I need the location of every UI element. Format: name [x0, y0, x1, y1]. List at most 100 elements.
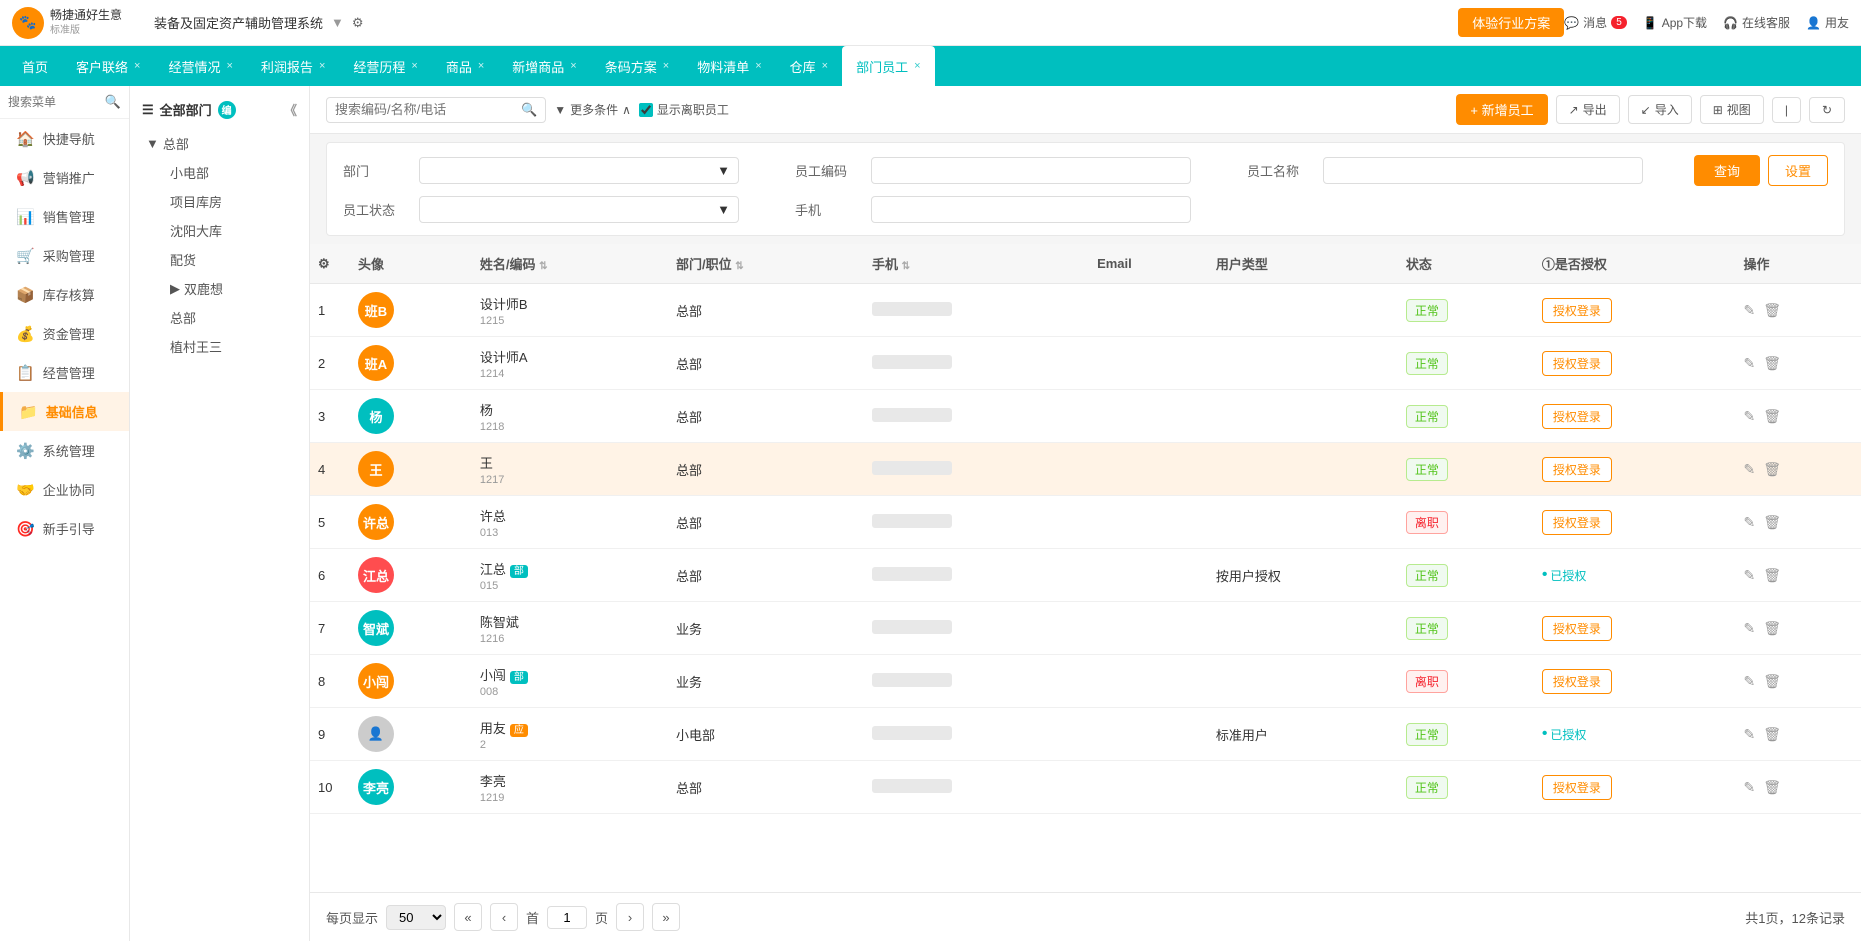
show-resign-check[interactable]: 显示离职员工: [639, 101, 729, 118]
tab-goods[interactable]: 商品 ×: [432, 46, 498, 86]
refresh-btn[interactable]: ↻: [1809, 97, 1845, 123]
dept-node-zhicun[interactable]: 植村王三: [154, 332, 309, 361]
export-btn[interactable]: ↗ 导出: [1556, 95, 1620, 124]
app-download-btn[interactable]: 📱 App下载: [1643, 14, 1707, 31]
search-input[interactable]: [335, 102, 515, 117]
tab-new-goods-close[interactable]: ×: [570, 60, 576, 72]
col-settings[interactable]: ⚙: [310, 244, 350, 284]
sidebar-item-collab[interactable]: 🤝 企业协同: [0, 470, 129, 509]
system-arrow-icon[interactable]: ▼: [331, 15, 344, 30]
per-page-select[interactable]: 50 100: [386, 905, 446, 930]
edit-icon[interactable]: ✎: [1743, 779, 1755, 796]
show-resign-checkbox[interactable]: [639, 103, 653, 117]
sidebar-item-sales[interactable]: 📊 销售管理: [0, 197, 129, 236]
auth-login-btn[interactable]: 授权登录: [1542, 510, 1612, 535]
edit-icon[interactable]: ✎: [1743, 355, 1755, 372]
try-btn[interactable]: 体验行业方案: [1458, 8, 1564, 37]
emp-name-input[interactable]: [1323, 157, 1643, 184]
tab-barcode[interactable]: 条码方案 ×: [591, 46, 683, 86]
search-box[interactable]: 🔍: [326, 97, 546, 123]
edit-icon[interactable]: ✎: [1743, 726, 1755, 743]
auth-login-btn[interactable]: 授权登录: [1542, 775, 1612, 800]
tab-new-goods[interactable]: 新增商品 ×: [498, 46, 590, 86]
import-btn[interactable]: ↙ 导入: [1628, 95, 1692, 124]
auth-login-btn[interactable]: 授权登录: [1542, 298, 1612, 323]
filter-more-btn[interactable]: ▼ 更多条件 ∧: [554, 101, 631, 118]
tab-home[interactable]: 首页: [8, 46, 62, 86]
col-dept[interactable]: 部门/职位 ⇅: [668, 244, 864, 284]
phone-input[interactable]: [871, 196, 1191, 223]
last-page-btn[interactable]: »: [652, 903, 680, 931]
view-btn[interactable]: ⊞ 视图: [1700, 95, 1764, 124]
col-name[interactable]: 姓名/编码 ⇅: [472, 244, 668, 284]
tab-history[interactable]: 经营历程 ×: [339, 46, 431, 86]
dept-collapse-btn[interactable]: 《: [284, 100, 297, 119]
tab-operation[interactable]: 经营情况 ×: [154, 46, 246, 86]
sidebar-item-guide[interactable]: 🎯 新手引导: [0, 509, 129, 548]
delete-icon[interactable]: 🗑: [1763, 567, 1781, 584]
delete-icon[interactable]: 🗑: [1763, 620, 1781, 637]
tab-goods-close[interactable]: ×: [478, 60, 484, 72]
sidebar-item-marketing[interactable]: 📢 营销推广: [0, 158, 129, 197]
edit-icon[interactable]: ✎: [1743, 302, 1755, 319]
sidebar-item-quicknav[interactable]: 🏠 快捷导航: [0, 119, 129, 158]
edit-icon[interactable]: ✎: [1743, 673, 1755, 690]
message-btn[interactable]: 💬 消息 5: [1564, 14, 1627, 31]
dept-node-zongbu[interactable]: 总部: [154, 303, 309, 332]
edit-icon[interactable]: ✎: [1743, 567, 1755, 584]
setting-btn[interactable]: 设置: [1768, 155, 1828, 186]
edit-icon[interactable]: ✎: [1743, 461, 1755, 478]
sidebar-search-input[interactable]: [8, 95, 105, 109]
sidebar-item-operation[interactable]: 📋 经营管理: [0, 353, 129, 392]
dept-node-shuanglu[interactable]: ▶ 双鹿想: [154, 274, 309, 303]
edit-icon[interactable]: ✎: [1743, 620, 1755, 637]
add-employee-btn[interactable]: + 新增员工: [1456, 94, 1547, 125]
dept-node-shenyang[interactable]: 沈阳大库: [154, 216, 309, 245]
tab-customer[interactable]: 客户联络 ×: [62, 46, 154, 86]
tab-customer-close[interactable]: ×: [134, 60, 140, 72]
tab-warehouse-close[interactable]: ×: [822, 60, 828, 72]
col-phone[interactable]: 手机 ⇅: [864, 244, 1089, 284]
page-input[interactable]: [547, 906, 587, 929]
auth-login-btn[interactable]: 授权登录: [1542, 457, 1612, 482]
search-btn[interactable]: 查询: [1694, 155, 1760, 186]
tab-operation-close[interactable]: ×: [226, 60, 232, 72]
delete-icon[interactable]: 🗑: [1763, 355, 1781, 372]
delete-icon[interactable]: 🗑: [1763, 461, 1781, 478]
auth-login-btn[interactable]: 授权登录: [1542, 404, 1612, 429]
auth-login-btn[interactable]: 授权登录: [1542, 351, 1612, 376]
tab-profit[interactable]: 利润报告 ×: [247, 46, 339, 86]
delete-icon[interactable]: 🗑: [1763, 302, 1781, 319]
delete-icon[interactable]: 🗑: [1763, 408, 1781, 425]
status-filter-select[interactable]: ▼: [419, 196, 739, 223]
delete-icon[interactable]: 🗑: [1763, 514, 1781, 531]
sidebar-item-inventory[interactable]: 📦 库存核算: [0, 275, 129, 314]
more-btn[interactable]: |: [1772, 97, 1801, 123]
dept-node-xiaodian[interactable]: 小电部: [154, 158, 309, 187]
first-page-btn[interactable]: «: [454, 903, 482, 931]
sidebar-item-system[interactable]: ⚙️ 系统管理: [0, 431, 129, 470]
tab-warehouse[interactable]: 仓库 ×: [776, 46, 842, 86]
sidebar-search[interactable]: 🔍: [0, 86, 129, 119]
dept-filter-select[interactable]: ▼: [419, 157, 739, 184]
delete-icon[interactable]: 🗑: [1763, 726, 1781, 743]
sidebar-item-basic[interactable]: 📁 基础信息: [0, 392, 129, 431]
user-btn[interactable]: 👤 用友: [1806, 14, 1849, 31]
edit-icon[interactable]: ✎: [1743, 408, 1755, 425]
delete-icon[interactable]: 🗑: [1763, 673, 1781, 690]
next-page-btn[interactable]: ›: [616, 903, 644, 931]
tab-barcode-close[interactable]: ×: [663, 60, 669, 72]
tab-bom[interactable]: 物料清单 ×: [683, 46, 775, 86]
tab-profit-close[interactable]: ×: [319, 60, 325, 72]
tab-bom-close[interactable]: ×: [755, 60, 761, 72]
online-service-btn[interactable]: 🎧 在线客服: [1723, 14, 1790, 31]
auth-login-btn[interactable]: 授权登录: [1542, 669, 1612, 694]
edit-icon[interactable]: ✎: [1743, 514, 1755, 531]
sidebar-item-purchase[interactable]: 🛒 采购管理: [0, 236, 129, 275]
auth-login-btn[interactable]: 授权登录: [1542, 616, 1612, 641]
gear-icon[interactable]: ⚙: [352, 15, 364, 31]
dept-node-project[interactable]: 项目库房: [154, 187, 309, 216]
delete-icon[interactable]: 🗑: [1763, 779, 1781, 796]
tab-history-close[interactable]: ×: [411, 60, 417, 72]
sidebar-item-finance[interactable]: 💰 资金管理: [0, 314, 129, 353]
